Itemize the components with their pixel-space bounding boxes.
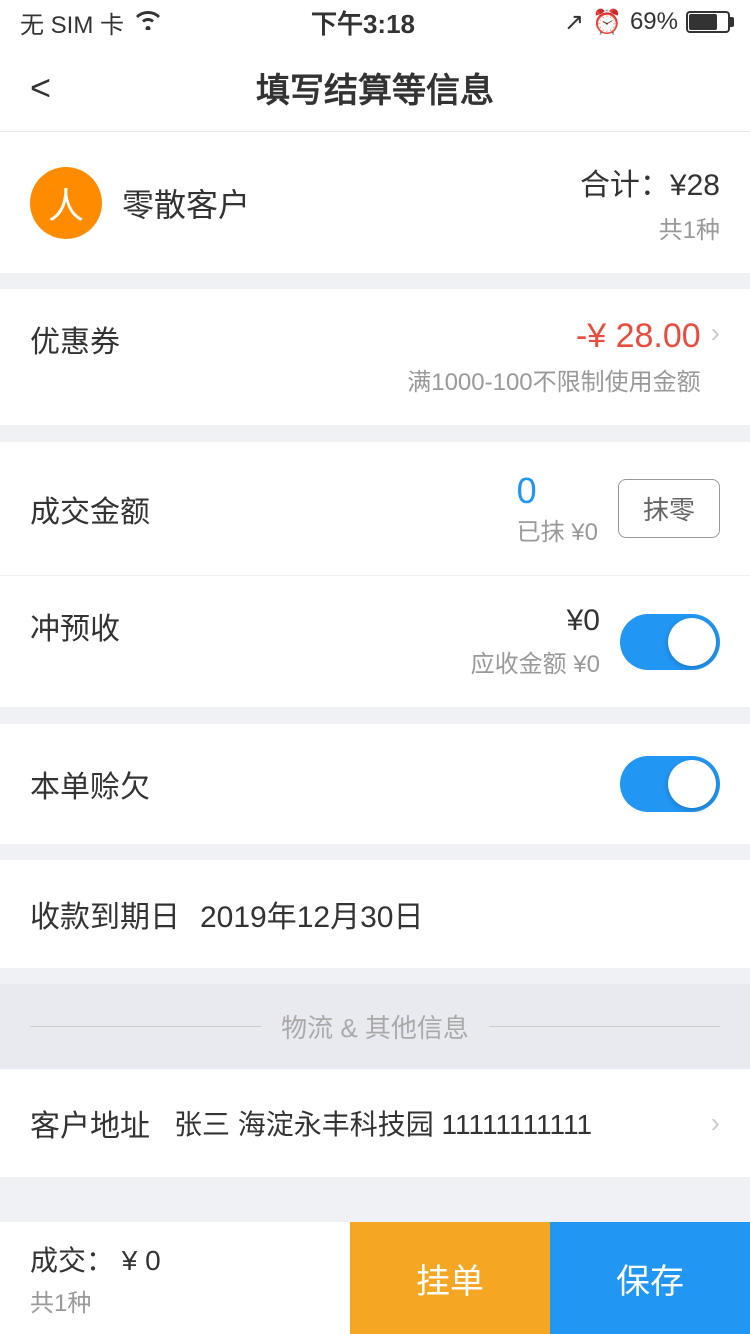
coupon-row[interactable]: 优惠券 -¥ 28.00 满1000-100不限制使用金额 › xyxy=(0,289,750,426)
bottom-info: 成交： ¥ 0 共1种 xyxy=(0,1239,350,1318)
coupon-chevron-icon: › xyxy=(711,317,720,349)
due-date-label: 收款到期日 xyxy=(30,892,180,936)
status-bar: 无 SIM 卡 下午3:18 ↗ ⏰ 69% xyxy=(0,0,750,44)
status-right: ↗ ⏰ 69% xyxy=(564,8,730,37)
coupon-hint: 满1000-100不限制使用金额 xyxy=(407,362,700,397)
coupon-values: -¥ 28.00 满1000-100不限制使用金额 xyxy=(407,317,700,397)
status-left: 无 SIM 卡 xyxy=(20,5,162,40)
toggle-knob xyxy=(668,618,716,666)
bottom-count-label: 共1种 xyxy=(30,1283,320,1318)
pending-button[interactable]: 挂单 xyxy=(350,1222,550,1334)
debit-label: 本单赊欠 xyxy=(30,762,150,806)
save-button[interactable]: 保存 xyxy=(550,1222,750,1334)
address-label: 客户地址 xyxy=(30,1101,150,1145)
avatar: 人 xyxy=(30,167,102,239)
coupon-discount: -¥ 28.00 xyxy=(407,317,700,356)
address-row[interactable]: 客户地址 张三 海淀永丰科技园 11111111111 › xyxy=(0,1069,750,1177)
divider-line-left xyxy=(30,1026,261,1027)
amount-value: 0 xyxy=(517,470,598,512)
address-chevron-icon: › xyxy=(711,1107,720,1139)
debit-row: 本单赊欠 xyxy=(0,724,750,844)
customer-name: 零散客户 xyxy=(122,180,250,226)
coupon-section: 优惠券 -¥ 28.00 满1000-100不限制使用金额 › xyxy=(0,289,750,426)
address-left: 客户地址 张三 海淀永丰科技园 11111111111 xyxy=(30,1101,592,1145)
prepay-label: 冲预收 xyxy=(30,604,120,648)
prepay-amount: ¥0 xyxy=(471,604,600,638)
customer-total: 合计：¥28 共1种 xyxy=(580,160,720,245)
moling-button[interactable]: 抹零 xyxy=(618,479,720,538)
divider-section: 物流 & 其他信息 xyxy=(0,984,750,1069)
already-moling-label: 已抹 ¥0 xyxy=(517,512,598,547)
amount-section: 成交金额 0 已抹 ¥0 抹零 冲预收 ¥0 应收金额 ¥0 xyxy=(0,442,750,708)
amount-row: 成交金额 0 已抹 ¥0 抹零 xyxy=(0,442,750,576)
divider-text: 物流 & 其他信息 xyxy=(261,1008,489,1045)
battery-icon xyxy=(686,11,730,33)
page-title: 填写结算等信息 xyxy=(256,63,494,112)
address-value: 张三 海淀永丰科技园 11111111111 xyxy=(174,1103,592,1143)
prepay-right: ¥0 应收金额 ¥0 xyxy=(471,604,720,679)
address-section: 客户地址 张三 海淀永丰科技园 11111111111 › xyxy=(0,1069,750,1177)
debit-section: 本单赊欠 xyxy=(0,724,750,844)
prepay-values: ¥0 应收金额 ¥0 xyxy=(471,604,600,679)
wifi-icon xyxy=(134,8,162,37)
amount-value-wrapper: 0 已抹 ¥0 xyxy=(517,470,598,547)
total-amount-label: 合计：¥28 xyxy=(580,160,720,204)
customer-card: 人 零散客户 合计：¥28 共1种 xyxy=(0,132,750,273)
back-button[interactable]: < xyxy=(30,67,51,109)
status-time: 下午3:18 xyxy=(311,4,415,41)
total-count-label: 共1种 xyxy=(580,210,720,245)
coupon-right: -¥ 28.00 满1000-100不限制使用金额 › xyxy=(407,317,720,397)
due-date-row: 收款到期日 2019年12月30日 xyxy=(0,860,750,968)
content-area: 人 零散客户 合计：¥28 共1种 优惠券 -¥ 28.00 满1000-100… xyxy=(0,132,750,1313)
debit-toggle[interactable] xyxy=(620,756,720,812)
carrier-label: 无 SIM 卡 xyxy=(20,5,124,40)
debit-toggle-knob xyxy=(668,760,716,808)
divider-line-right xyxy=(489,1026,720,1027)
prepay-row: 冲预收 ¥0 应收金额 ¥0 xyxy=(0,576,750,708)
prepay-hint: 应收金额 ¥0 xyxy=(471,644,600,679)
location-icon: ↗ xyxy=(564,8,584,37)
prepay-toggle[interactable] xyxy=(620,614,720,670)
bottom-deal-value: ¥ 0 xyxy=(122,1245,161,1276)
coupon-label: 优惠券 xyxy=(30,317,120,361)
amount-label: 成交金额 xyxy=(30,487,150,531)
customer-left: 人 零散客户 xyxy=(30,167,250,239)
amount-right: 0 已抹 ¥0 抹零 xyxy=(517,470,720,547)
nav-bar: < 填写结算等信息 xyxy=(0,44,750,132)
battery-percent: 69% xyxy=(630,8,678,36)
bottom-deal-label: 成交： ¥ 0 xyxy=(30,1239,320,1279)
due-date-value: 2019年12月30日 xyxy=(200,892,423,936)
alarm-icon: ⏰ xyxy=(592,8,622,37)
bottom-bar: 成交： ¥ 0 共1种 挂单 保存 xyxy=(0,1222,750,1334)
due-date-section: 收款到期日 2019年12月30日 xyxy=(0,860,750,968)
